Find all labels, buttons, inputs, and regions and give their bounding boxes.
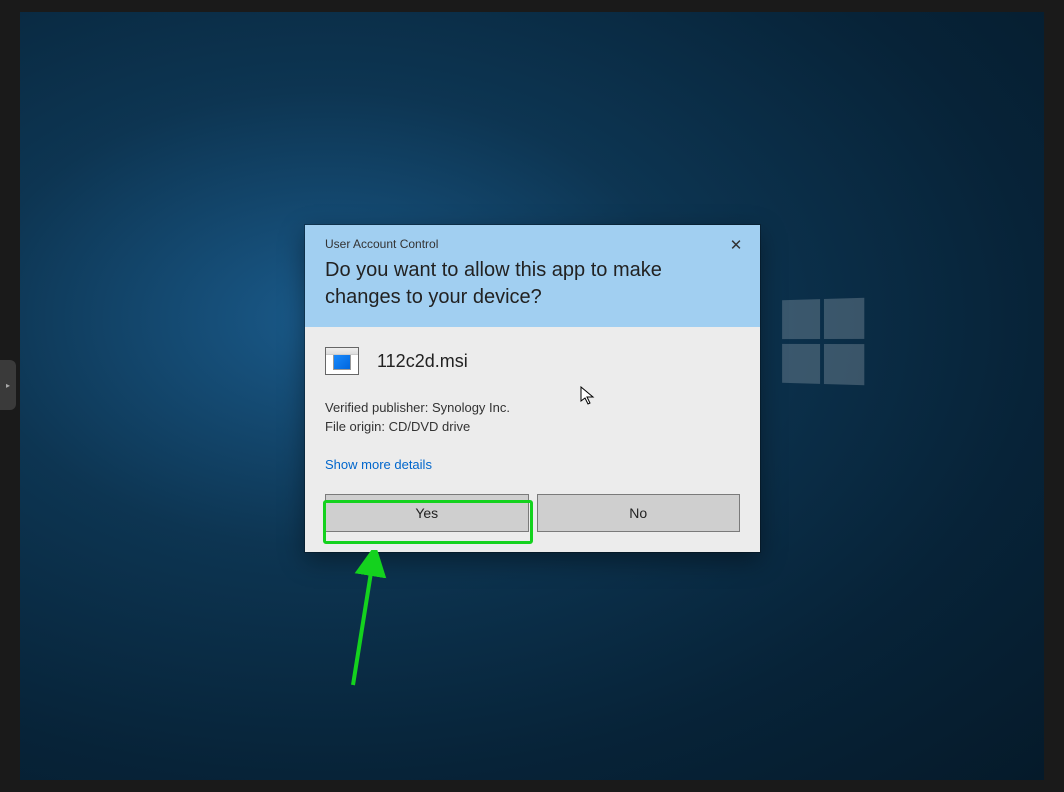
installer-icon	[325, 347, 359, 375]
button-row: Yes No	[305, 484, 760, 552]
close-icon: ✕	[730, 236, 743, 254]
show-more-details-link[interactable]: Show more details	[325, 457, 740, 472]
publisher-line: Verified publisher: Synology Inc.	[325, 399, 740, 418]
app-metadata: Verified publisher: Synology Inc. File o…	[325, 399, 740, 437]
close-button[interactable]: ✕	[718, 231, 754, 259]
origin-line: File origin: CD/DVD drive	[325, 418, 740, 437]
no-button[interactable]: No	[537, 494, 741, 532]
dialog-body: 112c2d.msi Verified publisher: Synology …	[305, 327, 760, 484]
yes-button[interactable]: Yes	[325, 494, 529, 532]
dialog-title: User Account Control	[325, 237, 740, 251]
dialog-heading: Do you want to allow this app to make ch…	[325, 257, 740, 311]
dialog-header: User Account Control Do you want to allo…	[305, 225, 760, 327]
app-info-row: 112c2d.msi	[325, 347, 740, 375]
uac-dialog: User Account Control Do you want to allo…	[305, 225, 760, 552]
app-name: 112c2d.msi	[377, 351, 468, 372]
windows-logo-icon	[782, 298, 865, 386]
side-panel-tab[interactable]: ▸	[0, 360, 16, 410]
